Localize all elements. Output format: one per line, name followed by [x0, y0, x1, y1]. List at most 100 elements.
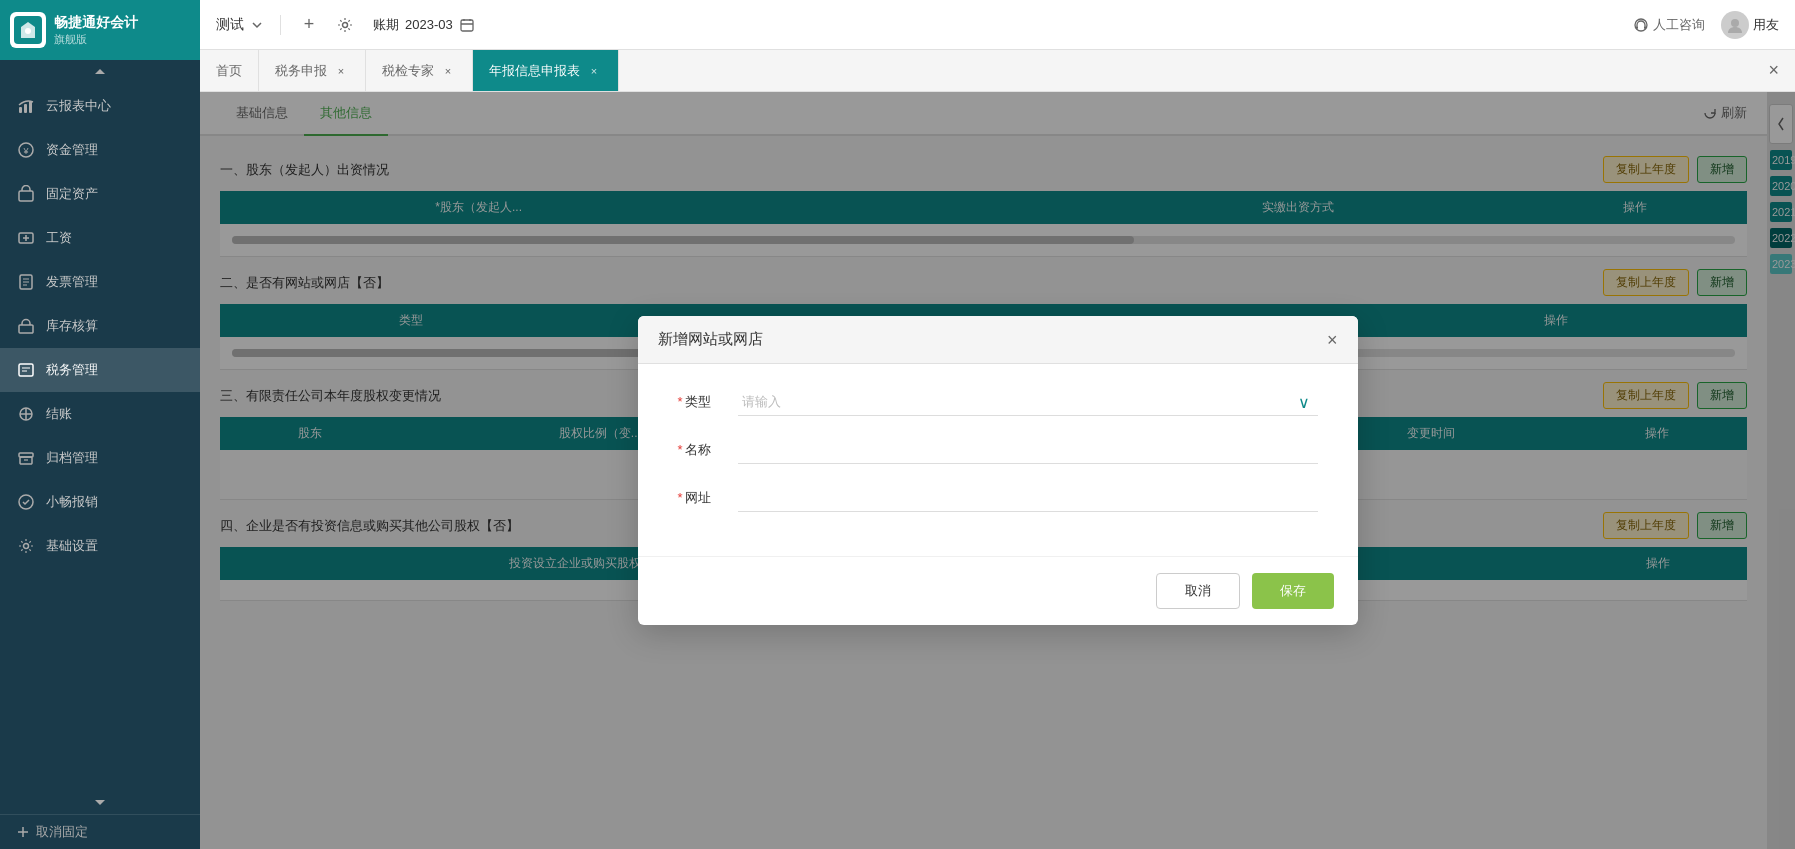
asset-icon: [16, 184, 36, 204]
tab-tax-declare-close[interactable]: ×: [333, 63, 349, 79]
tab-tax-declare-label: 税务申报: [275, 62, 327, 80]
topbar-settings-button[interactable]: [333, 13, 357, 37]
main-content: 测试 + 账期 2023-03: [200, 0, 1795, 849]
sidebar-label-inventory: 库存核算: [46, 317, 98, 335]
sidebar-label-cloud-report: 云报表中心: [46, 97, 111, 115]
app-subtitle: 旗舰版: [54, 32, 138, 47]
modal-dialog: 新增网站或网店 × *类型 ∨: [638, 316, 1358, 625]
modal-footer: 取消 保存: [638, 556, 1358, 625]
sidebar-item-xiaochang[interactable]: 小畅报销: [0, 480, 200, 524]
fund-icon: ¥: [16, 140, 36, 160]
sidebar-label-salary: 工资: [46, 229, 72, 247]
sidebar-footer[interactable]: 取消固定: [0, 814, 200, 849]
sidebar-item-invoice[interactable]: 发票管理: [0, 260, 200, 304]
period-label: 账期: [373, 16, 399, 34]
app-title: 畅捷通好会计: [54, 13, 138, 31]
sidebar-label-fixed-assets: 固定资产: [46, 185, 98, 203]
modal-title: 新增网站或网店: [658, 330, 763, 349]
sidebar-item-settlement[interactable]: 结账: [0, 392, 200, 436]
sidebar-item-inventory[interactable]: 库存核算: [0, 304, 200, 348]
svg-rect-17: [461, 20, 473, 31]
sidebar-item-settings[interactable]: 基础设置: [0, 524, 200, 568]
cancel-button[interactable]: 取消: [1156, 573, 1240, 609]
tab-tax-declare[interactable]: 税务申报 ×: [259, 50, 366, 91]
modal-close-button[interactable]: ×: [1327, 331, 1338, 349]
settings-icon: [16, 536, 36, 556]
sidebar: 畅捷通好会计 旗舰版 云报表中心: [0, 0, 200, 849]
sidebar-item-fund[interactable]: ¥ 资金管理: [0, 128, 200, 172]
form-input-wrap-name: [738, 436, 1318, 464]
form-row-type: *类型 ∨: [678, 388, 1318, 416]
archive-icon: [16, 448, 36, 468]
form-label-type: *类型: [678, 393, 738, 411]
svg-rect-3: [29, 101, 32, 113]
company-name: 测试: [216, 16, 244, 34]
tab-tax-expert[interactable]: 税检专家 ×: [366, 50, 473, 91]
svg-rect-6: [19, 191, 33, 201]
form-row-url: *网址: [678, 484, 1318, 512]
tab-bar: 首页 税务申报 × 税检专家 × 年报信息申报表 × ×: [200, 50, 1795, 92]
svg-point-16: [343, 22, 348, 27]
sidebar-footer-label: 取消固定: [36, 823, 88, 841]
topbar: 测试 + 账期 2023-03: [200, 0, 1795, 50]
svg-rect-9: [19, 325, 33, 333]
support-button[interactable]: 人工咨询: [1633, 16, 1705, 34]
sidebar-label-fund: 资金管理: [46, 141, 98, 159]
sidebar-scroll-down[interactable]: [0, 790, 200, 814]
modal-header: 新增网站或网店 ×: [638, 316, 1358, 364]
sidebar-header: 畅捷通好会计 旗舰版: [0, 0, 200, 60]
tab-tax-expert-label: 税检专家: [382, 62, 434, 80]
invoice-icon: [16, 272, 36, 292]
modal-body: *类型 ∨ *名称: [638, 364, 1358, 556]
tab-annual-report-close[interactable]: ×: [586, 63, 602, 79]
app-logo: [10, 12, 46, 48]
topbar-add-button[interactable]: +: [297, 13, 321, 37]
topbar-divider: [280, 15, 281, 35]
period-value: 2023-03: [405, 17, 453, 32]
sidebar-item-archive[interactable]: 归档管理: [0, 436, 200, 480]
settlement-icon: [16, 404, 36, 424]
topbar-company[interactable]: 测试: [216, 16, 264, 34]
user-label: 用友: [1753, 16, 1779, 34]
sidebar-label-xiaochang: 小畅报销: [46, 493, 98, 511]
modal-overlay: 新增网站或网店 × *类型 ∨: [200, 92, 1795, 849]
form-label-url: *网址: [678, 489, 738, 507]
sidebar-item-tax[interactable]: 税务管理: [0, 348, 200, 392]
headset-icon: [1633, 17, 1649, 33]
svg-rect-1: [19, 107, 22, 113]
form-row-name: *名称: [678, 436, 1318, 464]
calendar-icon: [459, 17, 475, 33]
svg-text:¥: ¥: [22, 146, 29, 156]
svg-point-0: [25, 28, 31, 34]
type-input[interactable]: [738, 388, 1318, 416]
sidebar-item-salary[interactable]: 工资: [0, 216, 200, 260]
close-all-tabs-button[interactable]: ×: [1752, 50, 1795, 91]
svg-point-21: [1731, 19, 1739, 27]
chart-icon: [16, 96, 36, 116]
sidebar-label-settlement: 结账: [46, 405, 72, 423]
salary-icon: [16, 228, 36, 248]
sidebar-label-archive: 归档管理: [46, 449, 98, 467]
svg-rect-20: [1644, 26, 1646, 29]
tax-icon: [16, 360, 36, 380]
tab-tax-expert-close[interactable]: ×: [440, 63, 456, 79]
user-avatar: [1721, 11, 1749, 39]
topbar-period: 账期 2023-03: [373, 16, 475, 34]
sidebar-item-fixed-assets[interactable]: 固定资产: [0, 172, 200, 216]
topbar-right: 人工咨询 用友: [1633, 11, 1779, 39]
content-area: 基础信息 其他信息 刷新: [200, 92, 1795, 849]
url-input[interactable]: [738, 484, 1318, 512]
sidebar-label-tax: 税务管理: [46, 361, 98, 379]
xiaochang-icon: [16, 492, 36, 512]
tab-annual-report[interactable]: 年报信息申报表 ×: [473, 50, 619, 91]
tab-home[interactable]: 首页: [200, 50, 259, 91]
sidebar-nav: 云报表中心 ¥ 资金管理: [0, 84, 200, 790]
sidebar-item-cloud-report[interactable]: 云报表中心: [0, 84, 200, 128]
save-button[interactable]: 保存: [1252, 573, 1334, 609]
sidebar-label-invoice: 发票管理: [46, 273, 98, 291]
tab-home-label: 首页: [216, 62, 242, 80]
user-menu[interactable]: 用友: [1721, 11, 1779, 39]
support-label: 人工咨询: [1653, 16, 1705, 34]
sidebar-scroll-up[interactable]: [0, 60, 200, 84]
name-input[interactable]: [738, 436, 1318, 464]
